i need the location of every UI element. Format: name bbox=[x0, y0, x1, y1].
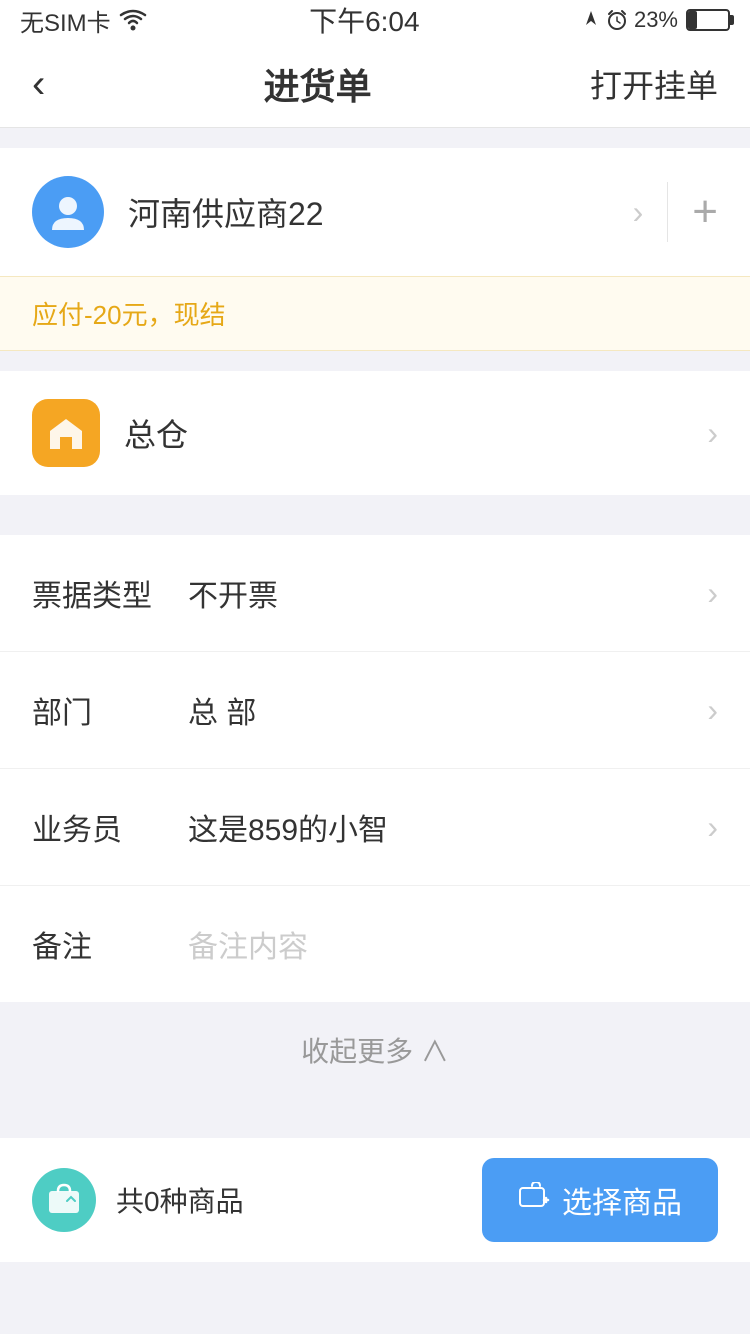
notice-text: 应付-20元，现结 bbox=[32, 300, 226, 330]
status-bar: 无SIM卡 下午6:04 23% bbox=[0, 0, 750, 40]
battery-icon bbox=[686, 9, 730, 31]
department-label: 部门 bbox=[32, 688, 172, 732]
invoice-chevron-icon: › bbox=[707, 575, 718, 612]
warehouse-name: 总仓 bbox=[124, 410, 707, 456]
house-icon bbox=[46, 413, 86, 453]
supplier-avatar bbox=[32, 176, 104, 248]
warehouse-icon bbox=[32, 399, 100, 467]
status-right: 23% bbox=[582, 7, 730, 33]
add-product-icon bbox=[518, 1182, 550, 1210]
invoice-row[interactable]: 票据类型 不开票 › bbox=[0, 535, 750, 652]
supplier-card: 河南供应商22 › + 应付-20元，现结 bbox=[0, 148, 750, 351]
invoice-label: 票据类型 bbox=[32, 571, 172, 615]
section-gap-3 bbox=[0, 1098, 750, 1118]
open-pending-button[interactable]: 打开挂单 bbox=[590, 61, 718, 107]
department-chevron-icon: › bbox=[707, 692, 718, 729]
warehouse-row[interactable]: 总仓 › bbox=[0, 371, 750, 495]
collapse-row[interactable]: 收起更多 ∧ bbox=[0, 1002, 750, 1098]
bottom-bar: 共0种商品 选择商品 bbox=[0, 1138, 750, 1262]
supplier-divider bbox=[667, 182, 668, 242]
battery-percent: 23% bbox=[634, 7, 678, 33]
section-gap-1 bbox=[0, 128, 750, 148]
status-time: 下午6:04 bbox=[309, 0, 420, 40]
cart-icon bbox=[45, 1181, 83, 1219]
supplier-row[interactable]: 河南供应商22 › + bbox=[0, 148, 750, 276]
remark-label: 备注 bbox=[32, 922, 172, 966]
select-product-icon bbox=[518, 1182, 550, 1218]
collapse-label: 收起更多 ∧ bbox=[301, 1036, 449, 1067]
gps-icon bbox=[582, 9, 600, 31]
form-section: 票据类型 不开票 › 部门 总 部 › 业务员 这是859的小智 › 备注 备注… bbox=[0, 535, 750, 1002]
add-button[interactable]: + bbox=[692, 190, 718, 234]
select-product-button[interactable]: 选择商品 bbox=[482, 1158, 718, 1242]
department-row[interactable]: 部门 总 部 › bbox=[0, 652, 750, 769]
wifi-icon bbox=[119, 9, 147, 31]
supplier-chevron-icon: › bbox=[633, 194, 644, 231]
user-icon bbox=[46, 190, 90, 234]
department-value: 总 部 bbox=[188, 688, 707, 732]
warehouse-chevron-icon: › bbox=[707, 415, 718, 452]
salesman-label: 业务员 bbox=[32, 805, 172, 849]
product-icon bbox=[32, 1168, 96, 1232]
product-count: 共0种商品 bbox=[116, 1180, 462, 1220]
status-left: 无SIM卡 bbox=[20, 3, 147, 38]
remark-value: 备注内容 bbox=[188, 922, 718, 966]
invoice-value: 不开票 bbox=[188, 571, 707, 615]
page-title: 进货单 bbox=[264, 58, 372, 110]
back-button[interactable]: ‹ bbox=[32, 64, 45, 104]
section-gap-2 bbox=[0, 495, 750, 515]
salesman-chevron-icon: › bbox=[707, 809, 718, 846]
alarm-icon bbox=[606, 9, 628, 31]
select-product-label: 选择商品 bbox=[562, 1178, 682, 1222]
supplier-name: 河南供应商22 bbox=[128, 189, 633, 235]
carrier-label: 无SIM卡 bbox=[20, 3, 111, 38]
salesman-value: 这是859的小智 bbox=[188, 805, 707, 849]
notice-banner: 应付-20元，现结 bbox=[0, 276, 750, 351]
remark-row[interactable]: 备注 备注内容 bbox=[0, 886, 750, 1002]
salesman-row[interactable]: 业务员 这是859的小智 › bbox=[0, 769, 750, 886]
nav-bar: ‹ 进货单 打开挂单 bbox=[0, 40, 750, 128]
